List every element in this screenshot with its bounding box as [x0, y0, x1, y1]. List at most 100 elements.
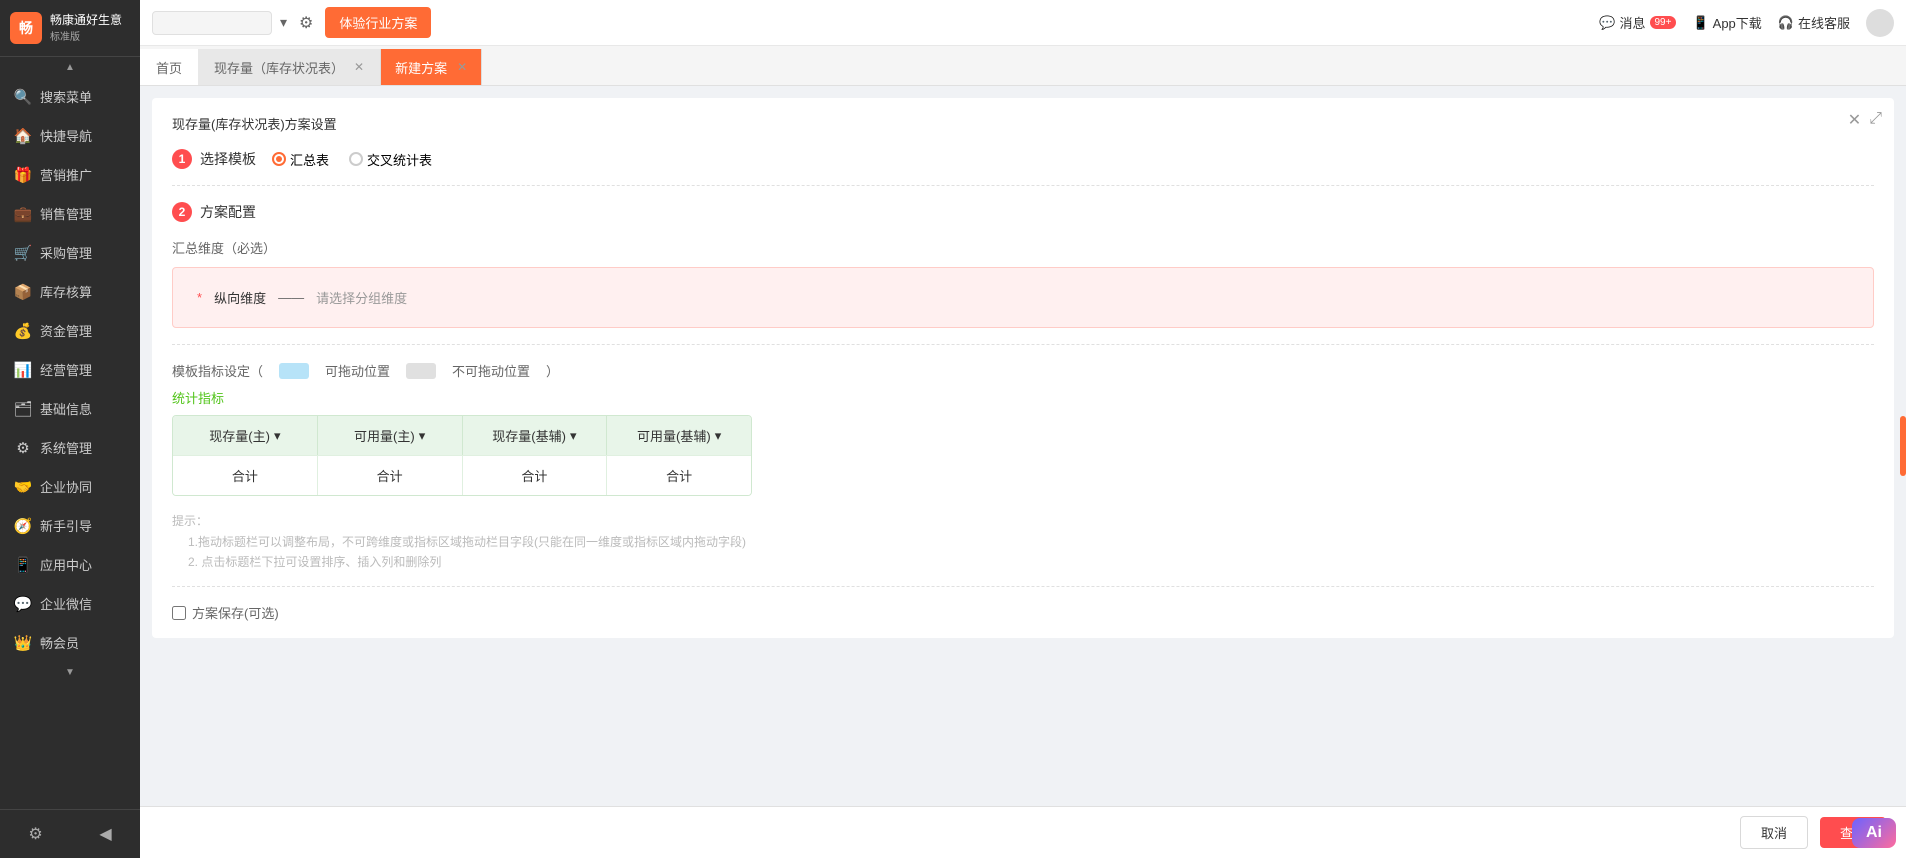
dim-name: 纵向维度 — [214, 288, 266, 307]
sidebar-label-apps: 应用中心 — [40, 555, 92, 574]
sidebar-item-finance[interactable]: 💰 资金管理 — [0, 311, 140, 350]
col-1-header[interactable]: 现存量(主) ▾ — [173, 416, 318, 455]
sidebar-scroll-down[interactable]: ▼ — [0, 662, 140, 682]
right-scroll-indicator — [1900, 416, 1906, 476]
dim-placeholder: 请选择分组维度 — [316, 288, 407, 307]
collapse-icon[interactable]: ◀ — [93, 818, 117, 850]
marketing-icon: 🎁 — [14, 166, 32, 184]
step2-section: 2 方案配置 汇总维度（必选） * 纵向维度 —— 请选择分组维度 模板指标设定… — [172, 202, 1874, 570]
ai-badge[interactable]: Ai — [1852, 818, 1896, 848]
col-3-dropdown-icon[interactable]: ▾ — [570, 428, 577, 444]
message-btn[interactable]: 💬 消息 99+ — [1599, 13, 1676, 32]
tip-item: 1.拖动标题栏可以调整布局，不可跨维度或指标区域拖动栏目字段(只能在同一维度或指… — [172, 533, 1874, 550]
template-radio-group: 汇总表 交叉统计表 — [272, 150, 432, 169]
sales-icon: 💼 — [14, 205, 32, 223]
step1-num: 1 — [172, 149, 192, 169]
minimize-icon[interactable]: ✕ — [1848, 110, 1861, 130]
search-input[interactable] — [152, 11, 272, 35]
col-3-header[interactable]: 现存量(基辅) ▾ — [463, 416, 608, 455]
sidebar-label-nav: 快捷导航 — [40, 126, 92, 145]
company-icon: 🤝 — [14, 478, 32, 496]
col-4-label: 可用量(基辅) — [637, 426, 711, 445]
sidebar-item-apps[interactable]: 📱 应用中心 — [0, 545, 140, 584]
settings-icon[interactable]: ⚙ — [22, 818, 48, 850]
phone-icon: 📱 — [1692, 15, 1708, 31]
sidebar-item-basics[interactable]: 🗂 基础信息 — [0, 389, 140, 428]
radio-summary-dot — [272, 152, 286, 166]
guide-icon: 🧭 — [14, 517, 32, 535]
sidebar: 畅 畅康通好生意 标准版 ▲ 🔍 搜索菜单 🏠 快捷导航 🎁 营销推广 💼 销售… — [0, 0, 140, 858]
radio-summary-label: 汇总表 — [290, 150, 329, 169]
tab-new-plan[interactable]: 新建方案 ✕ — [381, 49, 482, 85]
tab-home[interactable]: 首页 — [140, 49, 198, 85]
app-download-btn[interactable]: 📱 App下载 — [1692, 13, 1761, 32]
radio-cross-label: 交叉统计表 — [367, 150, 432, 169]
sidebar-item-guide[interactable]: 🧭 新手引导 — [0, 506, 140, 545]
sidebar-scroll-up[interactable]: ▲ — [0, 57, 140, 77]
sidebar-item-inventory[interactable]: 📦 库存核算 — [0, 272, 140, 311]
tab-inventory[interactable]: 现存量（库存状况表） ✕ — [198, 49, 381, 85]
col-1-dropdown-icon[interactable]: ▾ — [274, 428, 281, 444]
topbar: ▾ ⚙ 体验行业方案 💬 消息 99+ 📱 App下载 🎧 在线客服 — [140, 0, 1906, 46]
tips-title: 提示： — [172, 512, 1874, 529]
indicator-row: 模板指标设定（ 可拖动位置 不可拖动位置 ） — [172, 361, 1874, 380]
step2-header: 2 方案配置 — [172, 202, 1874, 222]
dimension-box[interactable]: * 纵向维度 —— 请选择分组维度 — [172, 267, 1874, 328]
sidebar-item-operations[interactable]: 📊 经营管理 — [0, 350, 140, 389]
sidebar-item-purchase[interactable]: 🛒 采购管理 — [0, 233, 140, 272]
save-label: 方案保存(可选) — [192, 603, 279, 622]
topbar-gear-icon[interactable]: ⚙ — [295, 9, 317, 37]
message-icon: 💬 — [1599, 15, 1615, 31]
save-checkbox[interactable] — [172, 606, 186, 620]
sidebar-label-member: 畅会员 — [40, 633, 79, 652]
basics-icon: 🗂 — [14, 400, 32, 418]
cancel-button[interactable]: 取消 — [1740, 816, 1808, 849]
topbar-dropdown-icon[interactable]: ▾ — [280, 14, 287, 31]
fixed-label: 不可拖动位置 — [452, 361, 530, 380]
panel-title: 现存量(库存状况表)方案设置 — [172, 114, 1874, 133]
sidebar-item-wechat[interactable]: 💬 企业微信 — [0, 584, 140, 623]
sidebar-logo: 畅 畅康通好生意 标准版 — [0, 0, 140, 57]
divider3 — [172, 586, 1874, 587]
tip-item: 2. 点击标题栏下拉可设置排序、插入列和删除列 — [172, 553, 1874, 570]
nav-icon: 🏠 — [14, 127, 32, 145]
sidebar-item-marketing[interactable]: 🎁 营销推广 — [0, 155, 140, 194]
sidebar-label-operations: 经营管理 — [40, 360, 92, 379]
indicator-label: 模板指标设定（ — [172, 361, 263, 380]
tab-inventory-close[interactable]: ✕ — [354, 60, 364, 74]
sidebar-item-company[interactable]: 🤝 企业协同 — [0, 467, 140, 506]
col-2-header[interactable]: 可用量(主) ▾ — [318, 416, 463, 455]
stats-group-label: 统计指标 — [172, 388, 1874, 407]
tab-inventory-label: 现存量（库存状况表） — [214, 58, 344, 77]
sidebar-item-system[interactable]: ⚙ 系统管理 — [0, 428, 140, 467]
user-avatar[interactable] — [1866, 9, 1894, 37]
sidebar-bottom: ⚙ ◀ — [0, 809, 140, 858]
online-service-btn[interactable]: 🎧 在线客服 — [1778, 13, 1850, 32]
headset-icon: 🎧 — [1778, 15, 1794, 31]
sidebar-label-marketing: 营销推广 — [40, 165, 92, 184]
sidebar-label-company: 企业协同 — [40, 477, 92, 496]
bottom-bar: 取消 查询 — [140, 806, 1906, 858]
sidebar-label-purchase: 采购管理 — [40, 243, 92, 262]
expand-icon[interactable]: ⤢ — [1869, 110, 1882, 130]
sidebar-item-sales[interactable]: 💼 销售管理 — [0, 194, 140, 233]
sidebar-label-finance: 资金管理 — [40, 321, 92, 340]
tab-new-plan-label: 新建方案 — [395, 58, 447, 77]
col-4-dropdown-icon[interactable]: ▾ — [715, 428, 722, 444]
sidebar-item-member[interactable]: 👑 畅会员 — [0, 623, 140, 662]
sidebar-item-nav[interactable]: 🏠 快捷导航 — [0, 116, 140, 155]
col-2-dropdown-icon[interactable]: ▾ — [419, 428, 426, 444]
sidebar-item-search[interactable]: 🔍 搜索菜单 — [0, 77, 140, 116]
finance-icon: 💰 — [14, 322, 32, 340]
step2-label: 方案配置 — [200, 202, 256, 222]
step1-label: 选择模板 — [200, 149, 256, 169]
purchase-icon: 🛒 — [14, 244, 32, 262]
experience-btn[interactable]: 体验行业方案 — [325, 7, 431, 38]
tab-new-plan-close[interactable]: ✕ — [457, 60, 467, 74]
radio-summary[interactable]: 汇总表 — [272, 150, 329, 169]
radio-cross[interactable]: 交叉统计表 — [349, 150, 432, 169]
app-download-label: App下载 — [1713, 13, 1762, 32]
col-4-header[interactable]: 可用量(基辅) ▾ — [607, 416, 751, 455]
operations-icon: 📊 — [14, 361, 32, 379]
stats-table-row: 合计 合计 合计 合计 — [173, 455, 751, 495]
